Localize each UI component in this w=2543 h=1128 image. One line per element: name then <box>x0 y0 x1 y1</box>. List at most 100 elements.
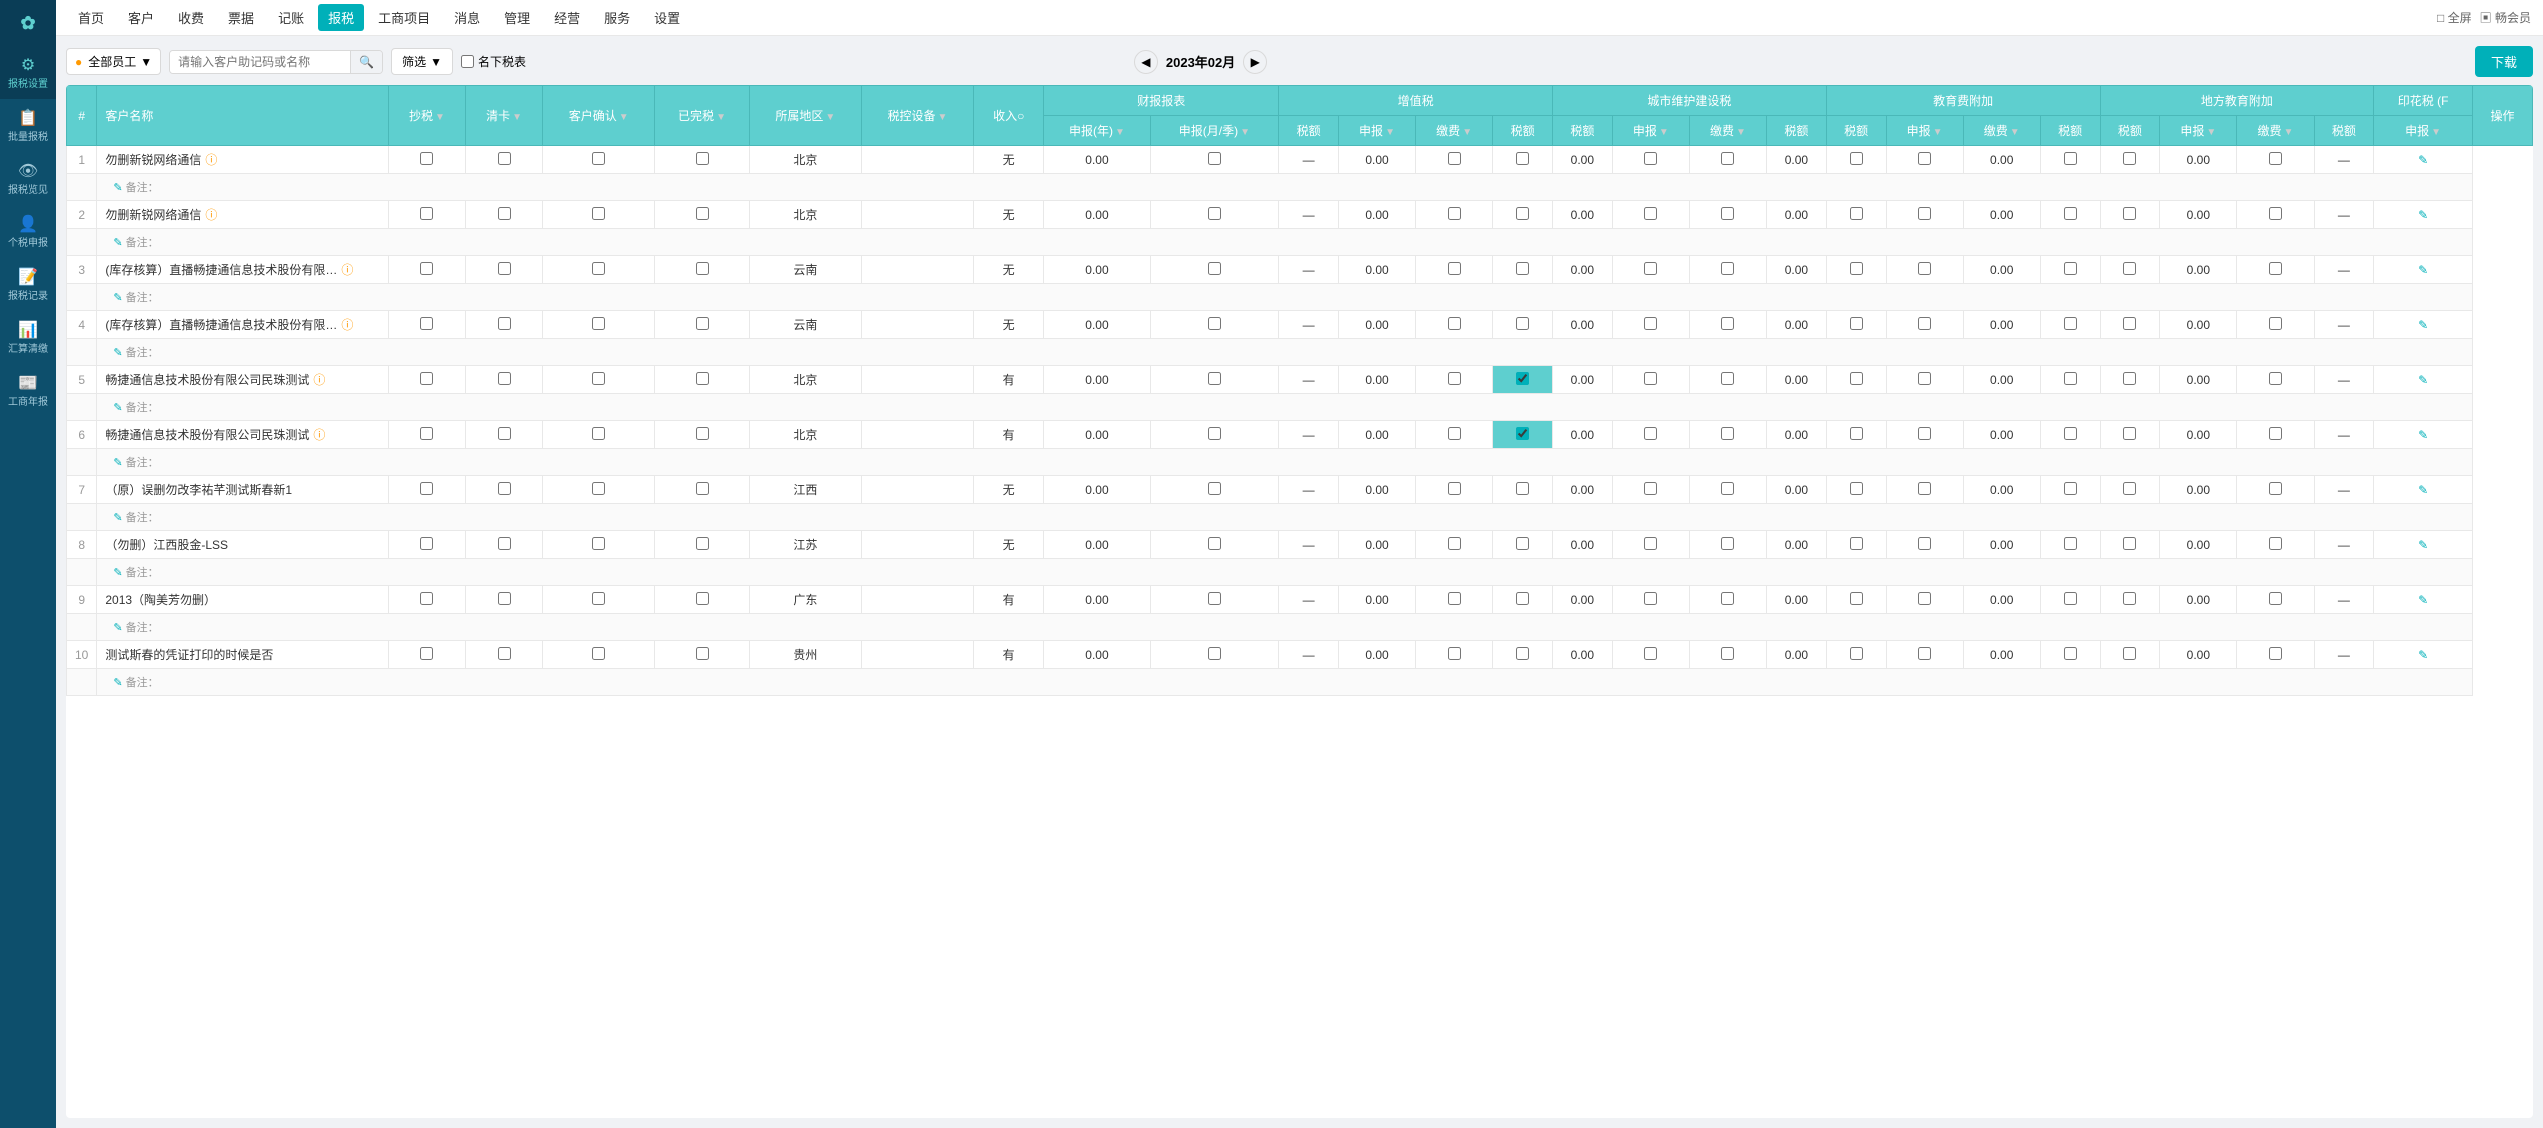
vat-declare[interactable] <box>1416 531 1493 559</box>
edit-action[interactable]: ✎ <box>2374 531 2473 559</box>
stamp-declare[interactable] <box>2237 201 2314 229</box>
vat-declare-checkbox[interactable] <box>1448 537 1461 550</box>
edu-declare-checkbox[interactable] <box>1850 427 1863 440</box>
vat-fee-checkbox[interactable] <box>1516 207 1529 220</box>
copy-checkbox[interactable] <box>420 647 433 660</box>
city-declare[interactable] <box>1612 421 1689 449</box>
local-declare[interactable] <box>2040 586 2100 614</box>
vat-fee[interactable] <box>1493 421 1553 449</box>
report-year-checkbox[interactable] <box>1208 592 1221 605</box>
edu-declare[interactable] <box>1826 586 1886 614</box>
sidebar-item-batch-tax[interactable]: 📋 批量报税 <box>0 99 56 152</box>
vat-declare-checkbox[interactable] <box>1448 372 1461 385</box>
stamp-declare-checkbox[interactable] <box>2269 262 2282 275</box>
note-edit-icon[interactable]: ✎ <box>113 182 122 194</box>
confirm-checkbox[interactable] <box>592 262 605 275</box>
city-declare-checkbox[interactable] <box>1644 262 1657 275</box>
declared-cell[interactable] <box>655 311 750 339</box>
sidebar-item-tax-view[interactable]: 👁 报税览见 <box>0 152 56 205</box>
vat-declare[interactable] <box>1416 421 1493 449</box>
edu-declare-checkbox[interactable] <box>1850 537 1863 550</box>
edit-icon[interactable]: ✎ <box>2418 428 2428 442</box>
local-fee-checkbox[interactable] <box>2123 482 2136 495</box>
declared-cell[interactable] <box>655 366 750 394</box>
declared-checkbox[interactable] <box>696 482 709 495</box>
edit-icon[interactable]: ✎ <box>2418 538 2428 552</box>
declared-checkbox[interactable] <box>696 262 709 275</box>
sidebar-item-annual-report[interactable]: 📰 工商年报 <box>0 364 56 417</box>
prev-month-button[interactable]: ◀ <box>1134 50 1158 74</box>
stamp-declare[interactable] <box>2237 311 2314 339</box>
city-declare-checkbox[interactable] <box>1644 647 1657 660</box>
local-declare-checkbox[interactable] <box>2064 592 2077 605</box>
stamp-declare[interactable] <box>2237 421 2314 449</box>
city-fee[interactable] <box>1689 256 1766 284</box>
city-fee-checkbox[interactable] <box>1721 372 1734 385</box>
declared-cell[interactable] <box>655 146 750 174</box>
stamp-declare-checkbox[interactable] <box>2269 207 2282 220</box>
declared-checkbox[interactable] <box>696 647 709 660</box>
edu-fee[interactable] <box>1886 146 1963 174</box>
city-declare[interactable] <box>1612 146 1689 174</box>
report-year[interactable] <box>1150 586 1279 614</box>
copy-cell[interactable] <box>388 256 465 284</box>
fullscreen-btn[interactable]: □ 全屏 <box>2437 9 2472 26</box>
edu-fee-checkbox[interactable] <box>1918 207 1931 220</box>
edu-fee[interactable] <box>1886 201 1963 229</box>
edu-declare[interactable] <box>1826 146 1886 174</box>
report-year-checkbox[interactable] <box>1208 152 1221 165</box>
local-declare[interactable] <box>2040 641 2100 669</box>
city-declare-checkbox[interactable] <box>1644 372 1657 385</box>
local-fee[interactable] <box>2100 641 2160 669</box>
local-declare[interactable] <box>2040 256 2100 284</box>
report-year[interactable] <box>1150 641 1279 669</box>
clear-cell[interactable] <box>465 421 542 449</box>
report-year[interactable] <box>1150 311 1279 339</box>
local-fee[interactable] <box>2100 201 2160 229</box>
report-year-checkbox[interactable] <box>1208 372 1221 385</box>
clear-cell[interactable] <box>465 476 542 504</box>
nav-service[interactable]: 服务 <box>594 4 640 31</box>
stamp-declare-checkbox[interactable] <box>2269 537 2282 550</box>
city-fee-checkbox[interactable] <box>1721 207 1734 220</box>
confirm-cell[interactable] <box>543 311 655 339</box>
confirm-checkbox[interactable] <box>592 592 605 605</box>
local-declare-checkbox[interactable] <box>2064 482 2077 495</box>
clear-checkbox[interactable] <box>498 592 511 605</box>
city-fee-checkbox[interactable] <box>1721 427 1734 440</box>
confirm-cell[interactable] <box>543 641 655 669</box>
local-declare[interactable] <box>2040 311 2100 339</box>
confirm-cell[interactable] <box>543 586 655 614</box>
stamp-declare[interactable] <box>2237 531 2314 559</box>
report-year[interactable] <box>1150 201 1279 229</box>
local-fee[interactable] <box>2100 531 2160 559</box>
vat-fee[interactable] <box>1493 201 1553 229</box>
city-declare-checkbox[interactable] <box>1644 317 1657 330</box>
local-fee-checkbox[interactable] <box>2123 207 2136 220</box>
clear-cell[interactable] <box>465 201 542 229</box>
declared-checkbox[interactable] <box>696 592 709 605</box>
city-fee[interactable] <box>1689 641 1766 669</box>
clear-cell[interactable] <box>465 641 542 669</box>
clear-checkbox[interactable] <box>498 482 511 495</box>
report-year[interactable] <box>1150 366 1279 394</box>
stamp-declare[interactable] <box>2237 256 2314 284</box>
city-fee[interactable] <box>1689 531 1766 559</box>
declared-cell[interactable] <box>655 586 750 614</box>
edu-declare-checkbox[interactable] <box>1850 317 1863 330</box>
copy-cell[interactable] <box>388 641 465 669</box>
local-declare-checkbox[interactable] <box>2064 262 2077 275</box>
note-edit-icon[interactable]: ✎ <box>113 457 122 469</box>
copy-checkbox[interactable] <box>420 592 433 605</box>
copy-cell[interactable] <box>388 586 465 614</box>
clear-checkbox[interactable] <box>498 317 511 330</box>
city-declare-checkbox[interactable] <box>1644 152 1657 165</box>
confirm-cell[interactable] <box>543 531 655 559</box>
city-declare[interactable] <box>1612 201 1689 229</box>
edit-action[interactable]: ✎ <box>2374 201 2473 229</box>
report-year-checkbox[interactable] <box>1208 317 1221 330</box>
edit-action[interactable]: ✎ <box>2374 146 2473 174</box>
city-declare[interactable] <box>1612 256 1689 284</box>
report-year[interactable] <box>1150 146 1279 174</box>
copy-checkbox[interactable] <box>420 262 433 275</box>
